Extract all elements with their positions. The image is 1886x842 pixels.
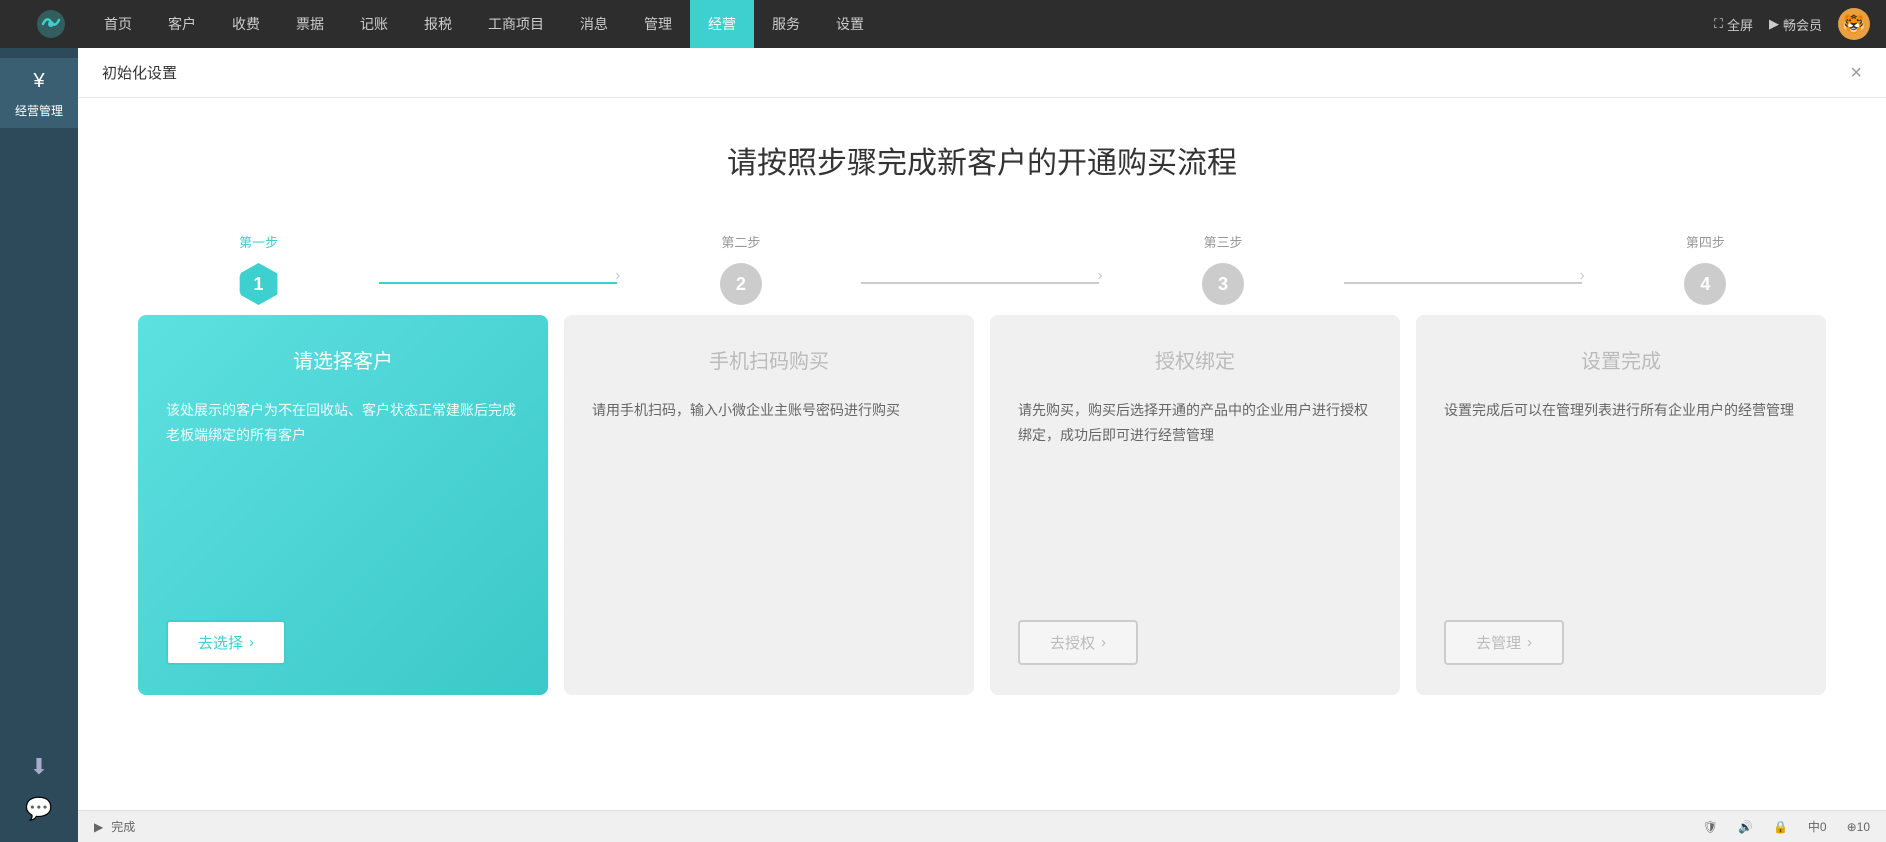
cards-row: 请选择客户 该处展示的客户为不在回收站、客户状态正常建账后完成老板端绑定的所有客…: [138, 315, 1826, 695]
nav-accounting[interactable]: 记账: [342, 0, 406, 48]
card-4-btn-container: 去管理 ›: [1444, 600, 1798, 665]
card-3-btn-container: 去授权 ›: [1018, 600, 1372, 665]
step-4-node: 第四步 4: [1585, 232, 1826, 305]
operation-icon: ¥: [25, 68, 53, 96]
close-button[interactable]: ×: [1850, 63, 1862, 83]
nav-manage[interactable]: 管理: [626, 0, 690, 48]
step-card-4: 设置完成 设置完成后可以在管理列表进行所有企业用户的经营管理 去管理 ›: [1416, 315, 1826, 695]
sidebar-item-label: 经营管理: [15, 102, 63, 119]
fullscreen-label: 全屏: [1727, 15, 1753, 34]
shield-icon: 🛡: [1703, 820, 1718, 834]
step-3-node: 第三步 3: [1103, 232, 1344, 305]
card-1-desc: 该处展示的客户为不在回收站、客户状态正常建账后完成老板端绑定的所有客户: [166, 398, 520, 600]
nav-message[interactable]: 消息: [562, 0, 626, 48]
nav-settings[interactable]: 设置: [818, 0, 882, 48]
top-nav: 首页 客户 收费 票据 记账 报税 工商项目 消息 管理 经营 服务 设置 ⛶ …: [0, 0, 1886, 48]
step-3-btn-label: 去授权: [1050, 632, 1095, 653]
line-3-4: [1344, 282, 1582, 284]
bottom-bar-right: 🛡 🔊 🔒 中0 ⊕10: [1703, 818, 1870, 835]
content-area: 初始化设置 × 请按照步骤完成新客户的开通购买流程 第一步 1 ›: [78, 48, 1886, 842]
vip-btn[interactable]: ▶ 畅会员: [1769, 15, 1822, 34]
connector-3-4: ›: [1344, 268, 1585, 305]
step-4-label: 第四步: [1686, 232, 1725, 251]
vip-icon: ▶: [1769, 16, 1779, 32]
step-3-btn-icon: ›: [1101, 634, 1106, 651]
step-3-circle: 3: [1202, 263, 1244, 305]
page-title: 初始化设置: [102, 62, 177, 83]
status-label: 完成: [111, 818, 135, 835]
connector-1-2: ›: [379, 268, 620, 305]
nav-bill[interactable]: 票据: [278, 0, 342, 48]
card-2-title: 手机扫码购买: [592, 345, 946, 374]
wizard-title: 请按照步骤完成新客户的开通购买流程: [138, 138, 1826, 182]
nav-operation[interactable]: 经营: [690, 0, 754, 48]
wizard-body: 第一步 1 › 第二步 2 ›: [138, 232, 1826, 695]
step-1-btn-icon: ›: [249, 634, 254, 651]
step-4-btn-label: 去管理: [1476, 632, 1521, 653]
step-1-label: 第一步: [239, 232, 278, 251]
play-icon: ▶: [94, 820, 103, 834]
wizard-container: 请按照步骤完成新客户的开通购买流程 第一步 1 ›: [78, 98, 1886, 810]
step-3-label: 第三步: [1204, 232, 1243, 251]
step-2-circle: 2: [720, 263, 762, 305]
input-method: 中0: [1808, 818, 1827, 835]
step-2-node: 第二步 2: [620, 232, 861, 305]
step-card-1: 请选择客户 该处展示的客户为不在回收站、客户状态正常建账后完成老板端绑定的所有客…: [138, 315, 548, 695]
content-header: 初始化设置 ×: [78, 48, 1886, 98]
step-3-action-button[interactable]: 去授权 ›: [1018, 620, 1138, 665]
timeline-row: 第一步 1 › 第二步 2 ›: [138, 232, 1826, 305]
sidebar-item-operation[interactable]: ¥ 经营管理: [0, 58, 78, 128]
nav-tax[interactable]: 报税: [406, 0, 470, 48]
lock-icon: 🔒: [1773, 820, 1788, 834]
step-2-label: 第二步: [721, 232, 760, 251]
fullscreen-btn[interactable]: ⛶ 全屏: [1714, 15, 1753, 34]
nav-right: ⛶ 全屏 ▶ 畅会员 🐯: [1714, 8, 1870, 40]
volume-icon: 🔊: [1738, 820, 1753, 834]
bottom-bar: ▶ 完成 🛡 🔊 🔒 中0 ⊕10: [78, 810, 1886, 842]
step-1-action-button[interactable]: 去选择 ›: [166, 620, 286, 665]
arrow-2-3: ›: [1097, 268, 1102, 284]
card-1-title: 请选择客户: [166, 345, 520, 374]
sidebar: ¥ 经营管理 ⬇ 💬: [0, 48, 78, 842]
chat-icon[interactable]: 💬: [25, 796, 52, 822]
sidebar-bottom: ⬇ 💬: [25, 754, 52, 822]
step-card-3: 授权绑定 请先购买，购买后选择开通的产品中的企业用户进行授权绑定，成功后即可进行…: [990, 315, 1400, 695]
step-4-action-button[interactable]: 去管理 ›: [1444, 620, 1564, 665]
nav-customer[interactable]: 客户: [150, 0, 214, 48]
user-avatar[interactable]: 🐯: [1838, 8, 1870, 40]
line-2-3: [861, 282, 1099, 284]
connector-2-3: ›: [861, 268, 1102, 305]
nav-home[interactable]: 首页: [86, 0, 150, 48]
main-layout: ¥ 经营管理 ⬇ 💬 初始化设置 × 请按照步骤完成新客户的开通购买流程 第一步…: [0, 48, 1886, 842]
fullscreen-icon: ⛶: [1714, 16, 1723, 32]
nav-business[interactable]: 工商项目: [470, 0, 562, 48]
step-1-node: 第一步 1: [138, 232, 379, 305]
card-4-title: 设置完成: [1444, 345, 1798, 374]
nav-fee[interactable]: 收费: [214, 0, 278, 48]
card-3-title: 授权绑定: [1018, 345, 1372, 374]
card-1-btn-container: 去选择 ›: [166, 600, 520, 665]
download-icon[interactable]: ⬇: [30, 754, 48, 780]
nav-items: 首页 客户 收费 票据 记账 报税 工商项目 消息 管理 经营 服务 设置: [86, 0, 1714, 48]
time-icon: ⊕10: [1847, 820, 1870, 834]
arrow-1-2: ›: [615, 268, 620, 284]
arrow-3-4: ›: [1580, 268, 1585, 284]
step-card-2: 手机扫码购买 请用手机扫码，输入小微企业主账号密码进行购买: [564, 315, 974, 695]
step-4-circle: 4: [1684, 263, 1726, 305]
card-3-desc: 请先购买，购买后选择开通的产品中的企业用户进行授权绑定，成功后即可进行经营管理: [1018, 398, 1372, 600]
card-4-desc: 设置完成后可以在管理列表进行所有企业用户的经营管理: [1444, 398, 1798, 600]
card-2-desc: 请用手机扫码，输入小微企业主账号密码进行购买: [592, 398, 946, 665]
step-1-circle: 1: [238, 263, 280, 305]
line-1-2: [379, 282, 617, 284]
step-1-btn-label: 去选择: [198, 632, 243, 653]
nav-logo: [16, 8, 86, 40]
nav-service[interactable]: 服务: [754, 0, 818, 48]
step-4-btn-icon: ›: [1527, 634, 1532, 651]
vip-label: 畅会员: [1783, 15, 1822, 34]
